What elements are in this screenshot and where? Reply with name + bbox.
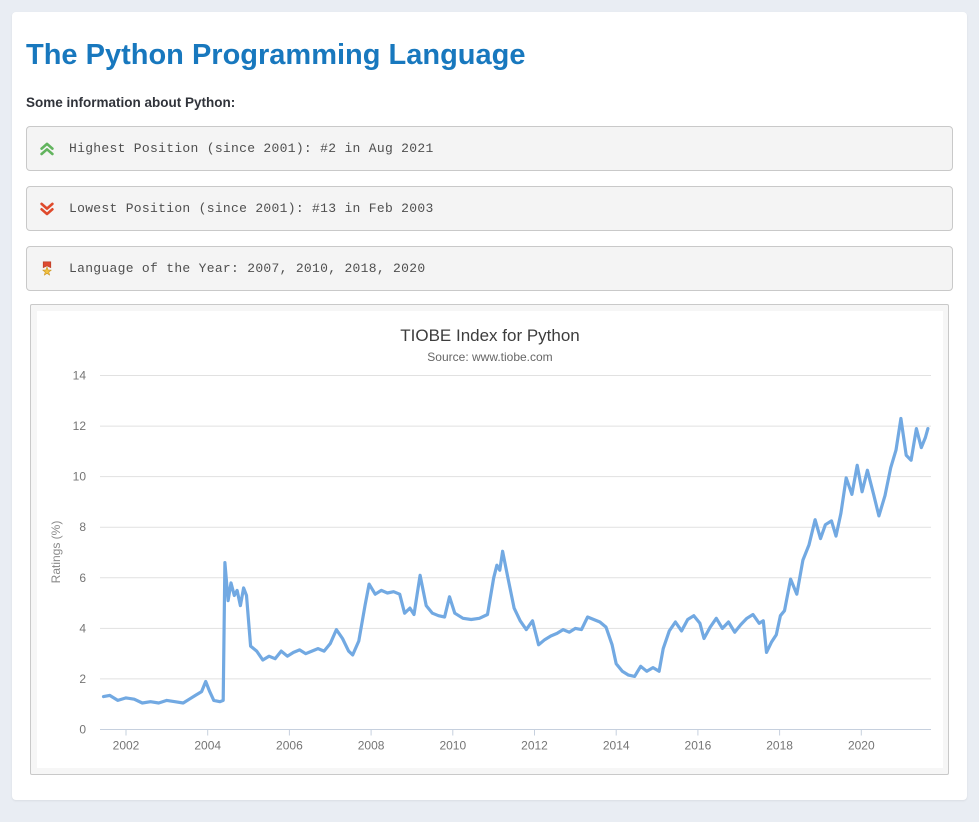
svg-text:2020: 2020 <box>848 739 875 753</box>
tiobe-chart[interactable]: TIOBE Index for Python Source: www.tiobe… <box>37 311 943 768</box>
chart-subtitle: Source: www.tiobe.com <box>427 350 553 364</box>
svg-text:2006: 2006 <box>276 739 303 753</box>
highest-position-text: Highest Position (since 2001): #2 in Aug… <box>69 141 434 156</box>
lowest-position-text: Lowest Position (since 2001): #13 in Feb… <box>69 201 434 216</box>
page-title: The Python Programming Language <box>26 39 526 71</box>
language-of-year-text: Language of the Year: 2007, 2010, 2018, … <box>69 261 426 276</box>
svg-text:12: 12 <box>73 419 87 433</box>
svg-text:2008: 2008 <box>358 739 385 753</box>
svg-text:2: 2 <box>79 672 86 686</box>
svg-text:2018: 2018 <box>766 739 793 753</box>
svg-text:2016: 2016 <box>685 739 712 753</box>
angles-up-icon <box>39 141 55 157</box>
svg-text:Ratings (%): Ratings (%) <box>49 521 63 584</box>
svg-text:14: 14 <box>73 369 87 383</box>
svg-text:2004: 2004 <box>194 739 221 753</box>
svg-text:2010: 2010 <box>439 739 466 753</box>
chart-title: TIOBE Index for Python <box>400 326 580 345</box>
info-box-language-of-year: Language of the Year: 2007, 2010, 2018, … <box>26 246 953 291</box>
info-box-lowest-position: Lowest Position (since 2001): #13 in Feb… <box>26 186 953 231</box>
svg-text:8: 8 <box>79 520 86 534</box>
svg-text:2002: 2002 <box>113 739 140 753</box>
medal-icon <box>39 261 55 277</box>
svg-text:6: 6 <box>79 571 86 585</box>
angles-down-icon <box>39 201 55 217</box>
chart-plot-area[interactable]: 0 2 4 6 8 10 12 14 2002 2004 2006 2008 2010 2012 2014 2… <box>37 365 943 768</box>
chart-panel: TIOBE Index for Python Source: www.tiobe… <box>30 304 949 775</box>
svg-text:4: 4 <box>79 621 86 635</box>
svg-text:2014: 2014 <box>603 739 630 753</box>
svg-text:10: 10 <box>73 470 87 484</box>
svg-text:2012: 2012 <box>521 739 548 753</box>
svg-text:0: 0 <box>79 723 86 737</box>
info-box-highest-position: Highest Position (since 2001): #2 in Aug… <box>26 126 953 171</box>
intro-text: Some information about Python: <box>26 95 236 110</box>
main-card: The Python Programming Language Some inf… <box>12 12 967 800</box>
